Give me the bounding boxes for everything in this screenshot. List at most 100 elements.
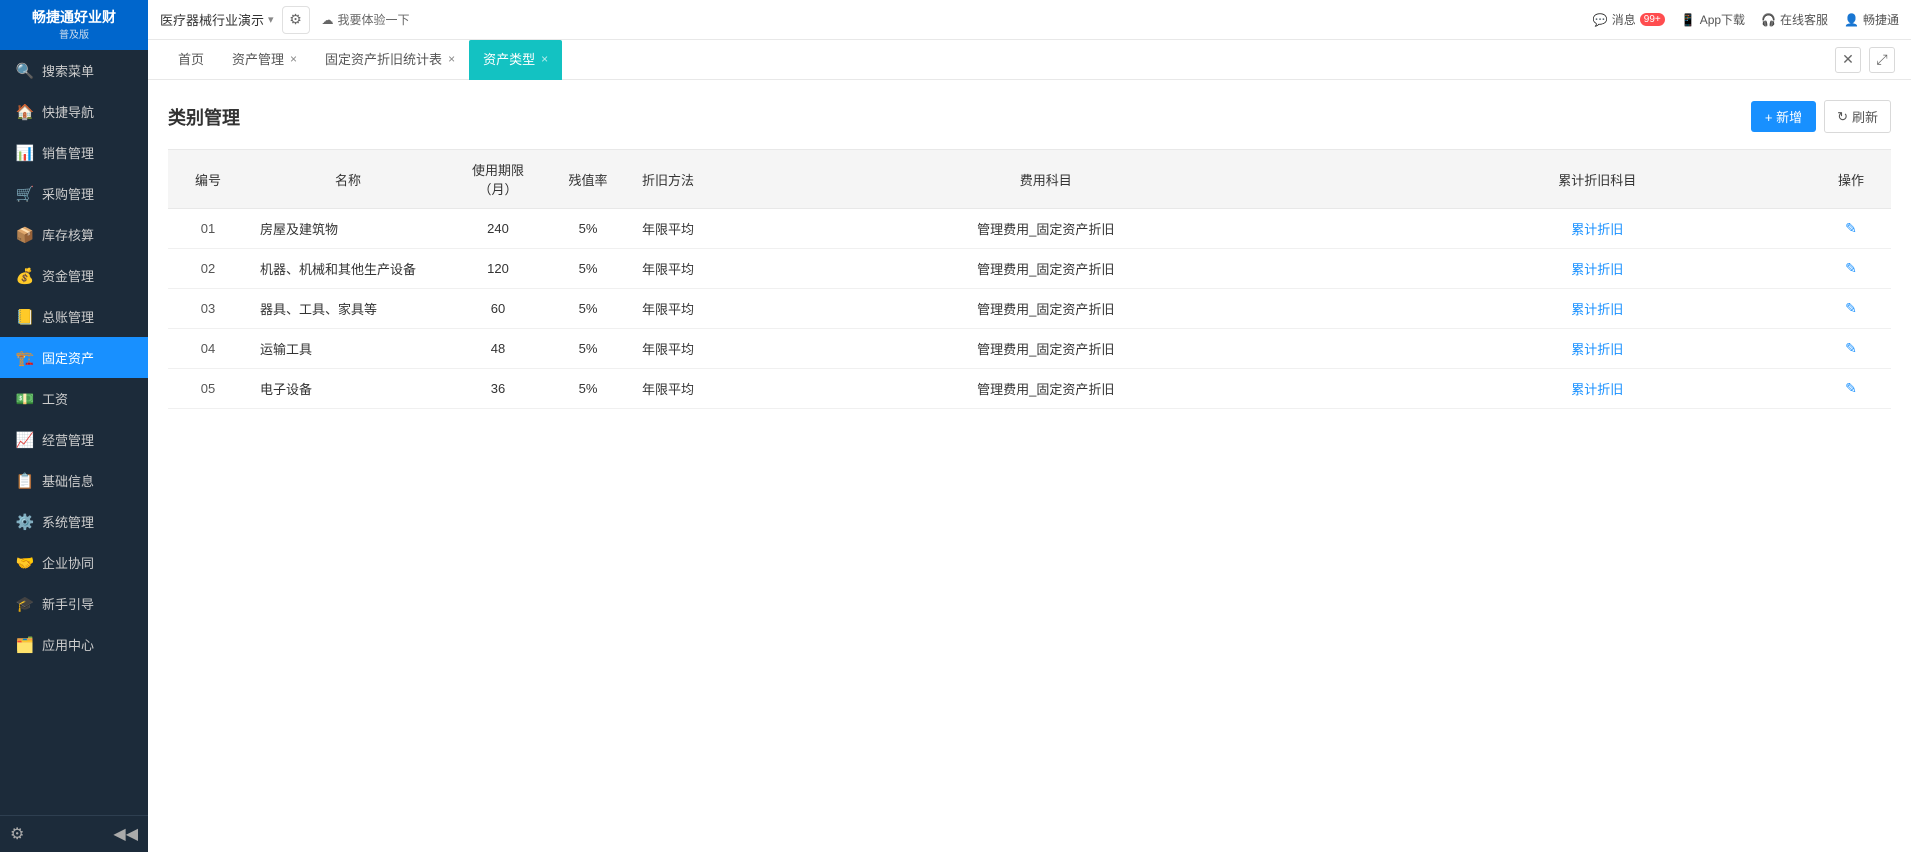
tab-label: 资产管理 xyxy=(232,49,284,68)
cell-code: 02 xyxy=(168,249,248,289)
cell-code: 03 xyxy=(168,289,248,329)
tab-label: 资产类型 xyxy=(483,49,535,68)
sidebar-item-biz-mgmt[interactable]: 📈 经营管理 xyxy=(0,419,148,460)
topbar: 医疗器械行业演示 ▾ ⚙ ☁ 我要体验一下 💬 消息 99+ 📱 App下载 🎧… xyxy=(148,0,1911,40)
cell-expense: 管理费用_固定资产折旧 xyxy=(708,289,1384,329)
sidebar-logo: 畅捷通好业财 普及版 xyxy=(0,0,148,50)
cell-code: 05 xyxy=(168,369,248,409)
cell-residual: 5% xyxy=(548,289,628,329)
edit-icon[interactable]: ✎ xyxy=(1845,380,1857,396)
app-download-button[interactable]: 📱 App下载 xyxy=(1681,11,1745,28)
tab-asset-mgmt[interactable]: 资产管理 × xyxy=(218,40,311,80)
enterprise-icon: 🤝 xyxy=(16,554,34,572)
cloud-icon: ☁ xyxy=(322,13,334,27)
sidebar-item-purchase[interactable]: 🛒 采购管理 xyxy=(0,173,148,214)
cell-period: 60 xyxy=(448,289,548,329)
cell-op[interactable]: ✎ xyxy=(1811,329,1891,369)
sidebar-item-sales[interactable]: 📊 销售管理 xyxy=(0,132,148,173)
cell-accum: 累计折旧 xyxy=(1384,249,1811,289)
refresh-button[interactable]: ↻ 刷新 xyxy=(1824,100,1891,133)
collapse-icon[interactable]: ◀◀ xyxy=(113,824,138,844)
table-row: 02 机器、机械和其他生产设备 120 5% 年限平均 管理费用_固定资产折旧 … xyxy=(168,249,1891,289)
sidebar-item-label: 应用中心 xyxy=(42,635,94,654)
user-label: 畅捷通 xyxy=(1863,11,1899,28)
sidebar-item-label: 库存核算 xyxy=(42,225,94,244)
sidebar-item-fixed-asset[interactable]: 🏗️ 固定资产 xyxy=(0,337,148,378)
sidebar-item-capital[interactable]: 💰 资金管理 xyxy=(0,255,148,296)
edit-icon[interactable]: ✎ xyxy=(1845,260,1857,276)
cell-op[interactable]: ✎ xyxy=(1811,249,1891,289)
cell-period: 36 xyxy=(448,369,548,409)
cell-op[interactable]: ✎ xyxy=(1811,369,1891,409)
tab-close-asset-type[interactable]: × xyxy=(541,52,548,66)
sidebar-item-enterprise[interactable]: 🤝 企业协同 xyxy=(0,542,148,583)
sidebar-item-inventory[interactable]: 📦 库存核算 xyxy=(0,214,148,255)
table-row: 05 电子设备 36 5% 年限平均 管理费用_固定资产折旧 累计折旧 ✎ xyxy=(168,369,1891,409)
sidebar-item-search[interactable]: 🔍 搜索菜单 xyxy=(0,50,148,91)
customer-service-button[interactable]: 🎧 在线客服 xyxy=(1761,11,1828,28)
tab-close-depreciation-report[interactable]: × xyxy=(448,52,455,66)
tab-actions: ✕ ⤢ xyxy=(1835,47,1895,73)
search-icon: 🔍 xyxy=(16,62,34,80)
new-button[interactable]: + 新增 xyxy=(1751,101,1816,132)
tabbar: 首页 资产管理 × 固定资产折旧统计表 × 资产类型 × ✕ ⤢ xyxy=(148,40,1911,80)
sidebar-bottom: ⚙ ◀◀ xyxy=(0,815,148,852)
cell-method: 年限平均 xyxy=(628,329,708,369)
cell-name: 房屋及建筑物 xyxy=(248,209,448,249)
sidebar-item-guide[interactable]: 🎓 新手引导 xyxy=(0,583,148,624)
table-col-header: 费用科目 xyxy=(708,150,1384,209)
maximize-button[interactable]: ⤢ xyxy=(1869,47,1895,73)
module-name: 医疗器械行业演示 xyxy=(160,10,264,29)
settings-icon[interactable]: ⚙ xyxy=(10,824,24,844)
module-settings-button[interactable]: ⚙ xyxy=(282,6,310,34)
experience-button[interactable]: ☁ 我要体验一下 xyxy=(322,11,410,28)
notification-icon: 💬 xyxy=(1593,13,1608,27)
sidebar-nav: 🔍 搜索菜单 🏠 快捷导航 📊 销售管理 🛒 采购管理 📦 库存核算 💰 资金管… xyxy=(0,50,148,815)
cell-code: 04 xyxy=(168,329,248,369)
cell-expense: 管理费用_固定资产折旧 xyxy=(708,329,1384,369)
sys-mgmt-icon: ⚙️ xyxy=(16,513,34,531)
sidebar-item-quick-nav[interactable]: 🏠 快捷导航 xyxy=(0,91,148,132)
sidebar-item-basic-info[interactable]: 📋 基础信息 xyxy=(0,460,148,501)
edit-icon[interactable]: ✎ xyxy=(1845,340,1857,356)
cell-accum: 累计折旧 xyxy=(1384,369,1811,409)
tab-label: 首页 xyxy=(178,49,204,68)
sidebar-item-app-center[interactable]: 🗂️ 应用中心 xyxy=(0,624,148,665)
sidebar-item-label: 新手引导 xyxy=(42,594,94,613)
table-col-header: 折旧方法 xyxy=(628,150,708,209)
cell-residual: 5% xyxy=(548,209,628,249)
table-col-header: 编号 xyxy=(168,150,248,209)
fixed-asset-icon: 🏗️ xyxy=(16,349,34,367)
tab-asset-type[interactable]: 资产类型 × xyxy=(469,40,562,80)
table-col-header: 使用期限（月） xyxy=(448,150,548,209)
sidebar-item-label: 资金管理 xyxy=(42,266,94,285)
cell-accum: 累计折旧 xyxy=(1384,209,1811,249)
edit-icon[interactable]: ✎ xyxy=(1845,220,1857,236)
edit-icon[interactable]: ✎ xyxy=(1845,300,1857,316)
sidebar-item-salary[interactable]: 💵 工资 xyxy=(0,378,148,419)
capital-icon: 💰 xyxy=(16,267,34,285)
module-selector[interactable]: 医疗器械行业演示 ▾ xyxy=(160,10,274,29)
cell-name: 机器、机械和其他生产设备 xyxy=(248,249,448,289)
user-menu[interactable]: 👤 畅捷通 xyxy=(1844,11,1899,28)
tab-home[interactable]: 首页 xyxy=(164,40,218,80)
tab-close-asset-mgmt[interactable]: × xyxy=(290,52,297,66)
table-header: 编号名称使用期限（月）残值率折旧方法费用科目累计折旧科目操作 xyxy=(168,150,1891,209)
tab-label: 固定资产折旧统计表 xyxy=(325,49,442,68)
close-tab-button[interactable]: ✕ xyxy=(1835,47,1861,73)
sidebar-item-sys-mgmt[interactable]: ⚙️ 系统管理 xyxy=(0,501,148,542)
sidebar-item-label: 系统管理 xyxy=(42,512,94,531)
sidebar-item-label: 销售管理 xyxy=(42,143,94,162)
table-col-header: 累计折旧科目 xyxy=(1384,150,1811,209)
cell-op[interactable]: ✎ xyxy=(1811,209,1891,249)
table-col-header: 操作 xyxy=(1811,150,1891,209)
cell-method: 年限平均 xyxy=(628,289,708,329)
sidebar-item-ledger[interactable]: 📒 总账管理 xyxy=(0,296,148,337)
headset-icon: 🎧 xyxy=(1761,13,1776,27)
cell-op[interactable]: ✎ xyxy=(1811,289,1891,329)
tab-depreciation-report[interactable]: 固定资产折旧统计表 × xyxy=(311,40,469,80)
cell-period: 120 xyxy=(448,249,548,289)
notification-button[interactable]: 💬 消息 99+ xyxy=(1593,11,1665,28)
table-row: 01 房屋及建筑物 240 5% 年限平均 管理费用_固定资产折旧 累计折旧 ✎ xyxy=(168,209,1891,249)
cell-period: 240 xyxy=(448,209,548,249)
